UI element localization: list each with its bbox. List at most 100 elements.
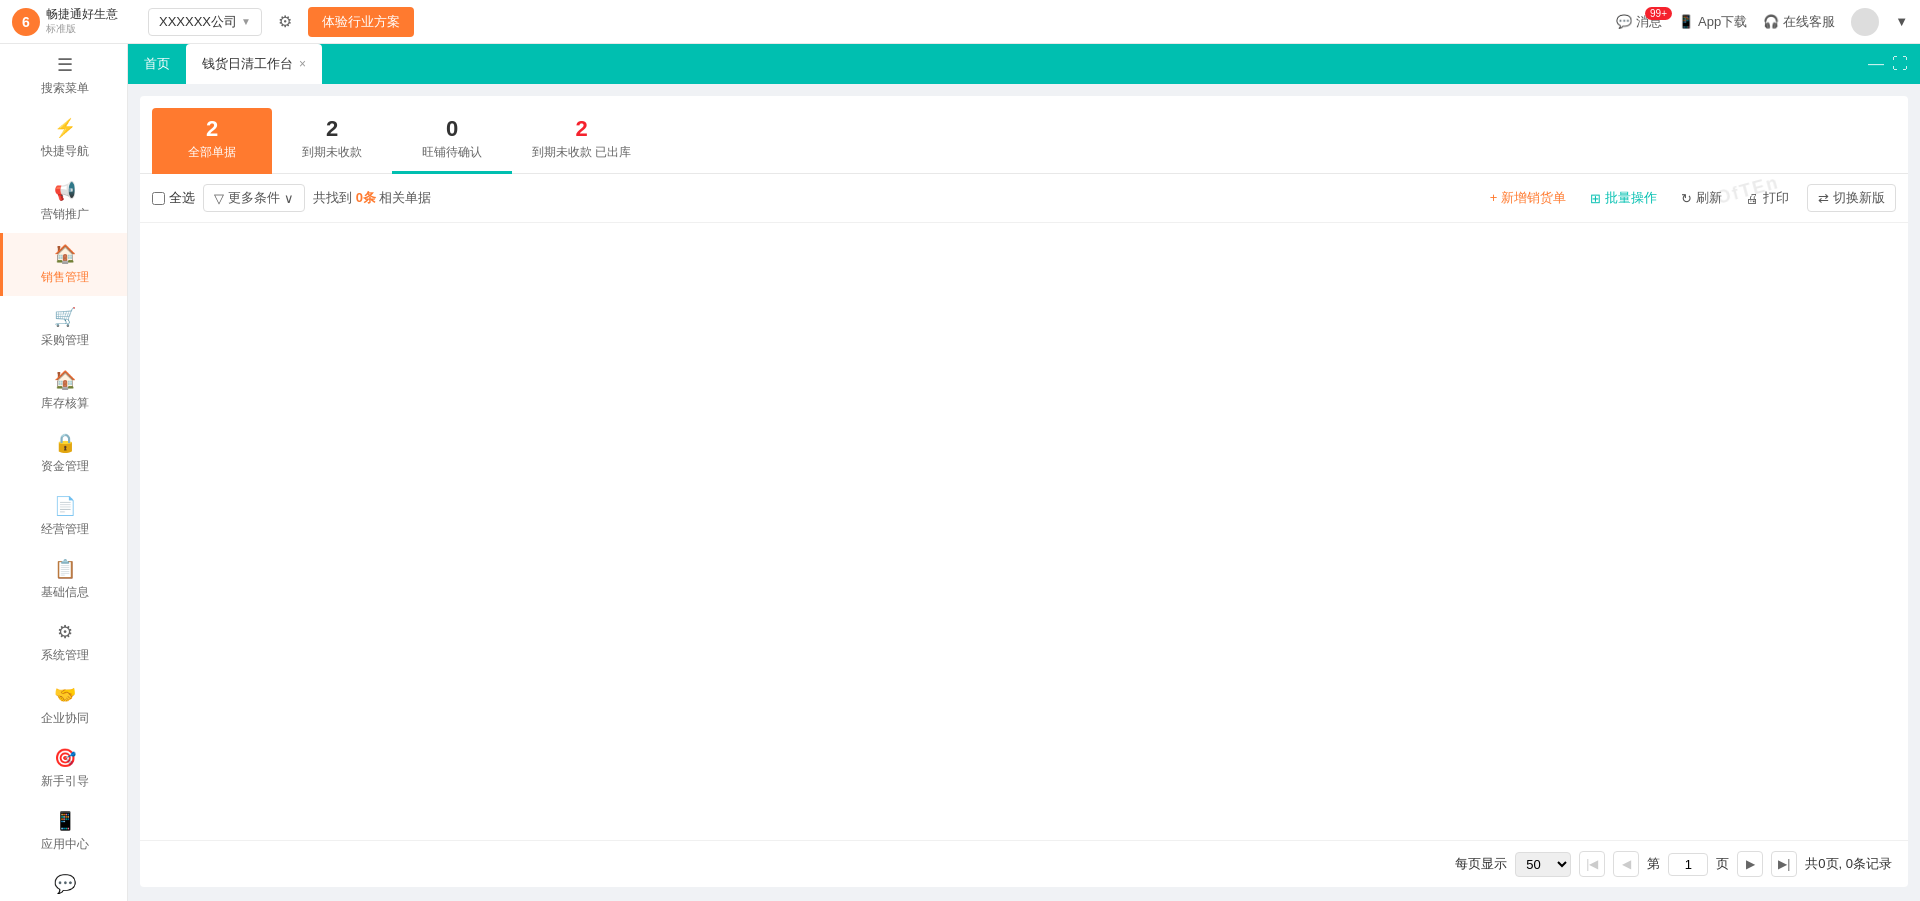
sidebar-item-guide[interactable]: 🎯 新手引导 [0, 737, 127, 800]
select-all-label[interactable]: 全选 [152, 189, 195, 207]
stat-num-overdue: 2 [292, 116, 372, 142]
sidebar-label-operations: 经营管理 [41, 521, 89, 538]
operations-icon: 📄 [54, 495, 76, 517]
stat-tab-overdue[interactable]: 2 到期未收款 [272, 108, 392, 174]
sidebar-item-search-menu[interactable]: ☰ 搜索菜单 [0, 44, 127, 107]
new-sale-label: + 新增销货单 [1490, 189, 1566, 207]
sidebar-label-inventory: 库存核算 [41, 395, 89, 412]
last-page-button[interactable]: ▶| [1771, 851, 1797, 877]
sidebar-item-sales[interactable]: 🏠 销售管理 [0, 233, 127, 296]
app-name: 畅捷通好生意 [46, 7, 118, 23]
app-download-label: App下载 [1698, 13, 1747, 31]
main-content: 2 全部单据 2 到期未收款 0 旺铺待确认 2 到期未收款 已出库 全选 [128, 84, 1920, 901]
tab-cash-label: 钱货日清工作台 [202, 55, 293, 73]
logo-area: 6 畅捷通好生意 标准版 [12, 7, 140, 37]
per-page-select[interactable]: 50 100 200 [1515, 852, 1571, 877]
sidebar-label-finance: 资金管理 [41, 458, 89, 475]
system-icon: ⚙ [57, 621, 73, 643]
stat-num-shipped: 2 [532, 116, 631, 142]
user-arrow[interactable]: ▼ [1895, 14, 1908, 29]
content-card: 2 全部单据 2 到期未收款 0 旺铺待确认 2 到期未收款 已出库 全选 [140, 96, 1908, 887]
sidebar-item-app-center[interactable]: 📱 应用中心 [0, 800, 127, 863]
sidebar-label-base-info: 基础信息 [41, 584, 89, 601]
minimize-button[interactable]: — [1868, 55, 1884, 73]
sidebar-label-search-menu: 搜索菜单 [41, 80, 89, 97]
app-download-item[interactable]: 📱 App下载 [1678, 13, 1747, 31]
experience-button[interactable]: 体验行业方案 [308, 7, 414, 37]
stat-tab-pending[interactable]: 0 旺铺待确认 [392, 108, 512, 174]
sidebar-label-marketing: 营销推广 [41, 206, 89, 223]
prev-page-button[interactable]: ◀ [1613, 851, 1639, 877]
stat-tab-shipped[interactable]: 2 到期未收款 已出库 [512, 108, 651, 174]
stat-label-shipped: 到期未收款 已出库 [532, 144, 631, 161]
batch-icon: ⊞ [1590, 191, 1601, 206]
new-sale-button[interactable]: + 新增销货单 [1484, 185, 1572, 211]
cooperation-icon: 🤝 [54, 684, 76, 706]
refresh-label: 刷新 [1696, 189, 1722, 207]
sidebar-label-sales: 销售管理 [41, 269, 89, 286]
sidebar-label-purchase: 采购管理 [41, 332, 89, 349]
page-number-input[interactable] [1668, 853, 1708, 876]
inventory-icon: 🏠 [54, 369, 76, 391]
switch-icon: ⇄ [1818, 191, 1829, 206]
filter-label: 更多条件 [228, 189, 280, 207]
next-page-button[interactable]: ▶ [1737, 851, 1763, 877]
tab-bar: 首页 钱货日清工作台 × — ⛶ [128, 44, 1920, 84]
pagination-bar: 每页显示 50 100 200 |◀ ◀ 第 页 ▶ ▶| 共0页, 0条记录 [140, 840, 1908, 887]
filter-button[interactable]: ▽ 更多条件 ∨ [203, 184, 305, 212]
sidebar-item-marketing[interactable]: 📢 营销推广 [0, 170, 127, 233]
service-label: 在线客服 [1783, 13, 1835, 31]
stat-label-all: 全部单据 [172, 144, 252, 161]
maximize-button[interactable]: ⛶ [1892, 55, 1908, 73]
batch-label: 批量操作 [1605, 189, 1657, 207]
refresh-button[interactable]: ↻ 刷新 [1675, 185, 1728, 211]
message-item[interactable]: 💬 消息 99+ [1616, 13, 1662, 31]
stat-tab-all[interactable]: 2 全部单据 [152, 108, 272, 174]
top-header: 6 畅捷通好生意 标准版 XXXXXX公司 ▼ ⚙ 体验行业方案 💬 消息 99… [0, 0, 1920, 44]
service-icon: 🎧 [1763, 14, 1779, 29]
avatar[interactable] [1851, 8, 1879, 36]
print-label: 打印 [1763, 189, 1789, 207]
sidebar-item-inventory[interactable]: 🏠 库存核算 [0, 359, 127, 422]
first-page-button[interactable]: |◀ [1579, 851, 1605, 877]
sidebar-item-system[interactable]: ⚙ 系统管理 [0, 611, 127, 674]
sidebar-item-wechat[interactable]: 💬 企业微信 [0, 863, 127, 901]
sidebar-item-quick-nav[interactable]: ⚡ 快捷导航 [0, 107, 127, 170]
stat-label-pending: 旺铺待确认 [412, 144, 492, 161]
filter-chevron-icon: ∨ [284, 191, 294, 206]
found-count: 0条 [356, 190, 376, 205]
logo-icon: 6 [12, 8, 40, 36]
app-center-icon: 📱 [54, 810, 76, 832]
message-badge: 99+ [1645, 7, 1672, 20]
batch-button[interactable]: ⊞ 批量操作 [1584, 185, 1663, 211]
found-prefix: 共找到 [313, 190, 352, 205]
switch-version-button[interactable]: ⇄ 切换新版 [1807, 184, 1896, 212]
refresh-icon: ↻ [1681, 191, 1692, 206]
search-menu-icon: ☰ [57, 54, 73, 76]
tab-home[interactable]: 首页 [128, 44, 186, 84]
page-label: 第 [1647, 855, 1660, 873]
chevron-down-icon: ▼ [241, 16, 251, 27]
sidebar-item-operations[interactable]: 📄 经营管理 [0, 485, 127, 548]
company-name: XXXXXX公司 [159, 13, 237, 31]
print-button[interactable]: 🖨 打印 [1740, 185, 1795, 211]
select-all-text: 全选 [169, 189, 195, 207]
sidebar-item-base-info[interactable]: 📋 基础信息 [0, 548, 127, 611]
toolbar: 全选 ▽ 更多条件 ∨ 共找到 0条 相关单据 + 新增销货单 ⊞ 批量操作 [140, 174, 1908, 223]
tab-close-icon[interactable]: × [299, 57, 306, 71]
header-right: 💬 消息 99+ 📱 App下载 🎧 在线客服 ▼ [1616, 8, 1908, 36]
sidebar-item-finance[interactable]: 🔒 资金管理 [0, 422, 127, 485]
stat-num-all: 2 [172, 116, 252, 142]
online-service-item[interactable]: 🎧 在线客服 [1763, 13, 1835, 31]
toolbar-right: + 新增销货单 ⊞ 批量操作 ↻ 刷新 🖨 打印 ⇄ 切换新版 [1484, 184, 1896, 212]
sidebar-label-system: 系统管理 [41, 647, 89, 664]
company-selector[interactable]: XXXXXX公司 ▼ [148, 8, 262, 36]
tab-cash-work[interactable]: 钱货日清工作台 × [186, 44, 322, 84]
print-icon: 🖨 [1746, 191, 1759, 206]
sidebar-item-cooperation[interactable]: 🤝 企业协同 [0, 674, 127, 737]
select-all-checkbox[interactable] [152, 192, 165, 205]
stats-tabs: 2 全部单据 2 到期未收款 0 旺铺待确认 2 到期未收款 已出库 [140, 96, 1908, 174]
settings-button[interactable]: ⚙ [270, 7, 300, 37]
sidebar-item-purchase[interactable]: 🛒 采购管理 [0, 296, 127, 359]
purchase-icon: 🛒 [54, 306, 76, 328]
